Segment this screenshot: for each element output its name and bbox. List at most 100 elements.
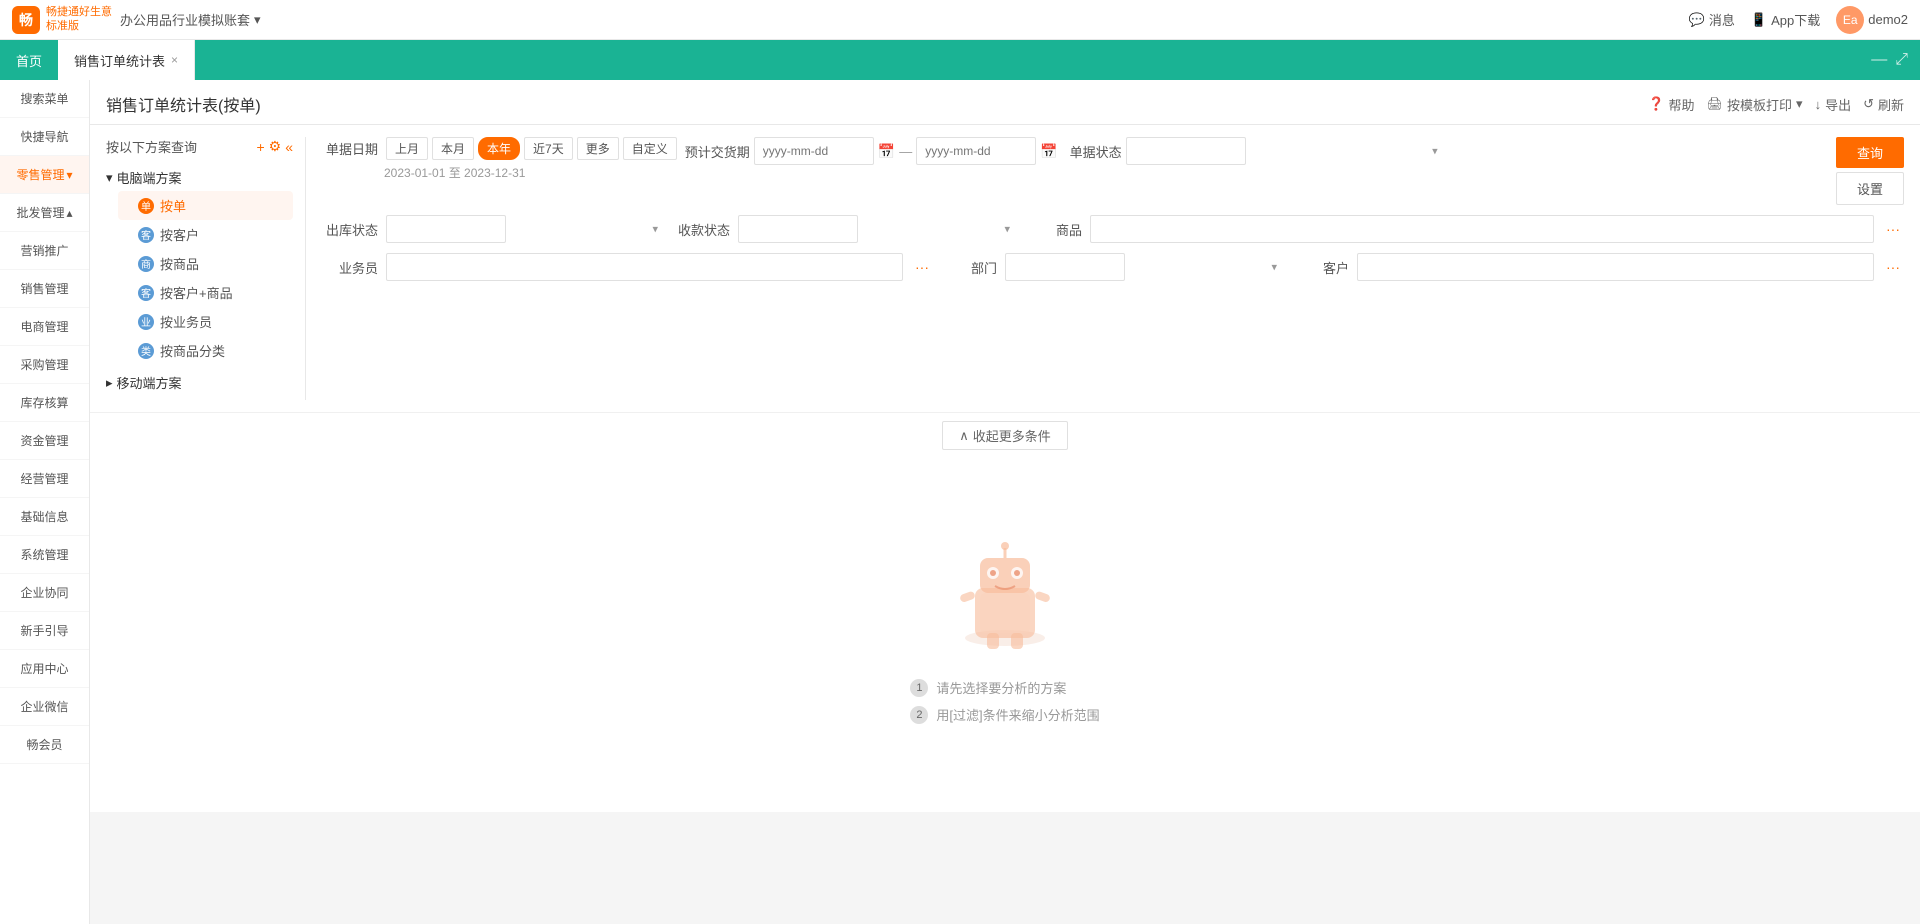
date-btn-last-month[interactable]: 上月 [386,137,428,160]
download-icon: 📱 [1751,12,1767,28]
sidebar-item-system[interactable]: 系统管理 [0,536,89,574]
tab-bar: 首页 销售订单统计表 × — ⤢ [0,40,1920,80]
empty-tip-2: 2 用[过滤]条件来缩小分析范围 [910,705,1099,724]
scheme-items-desktop: 单 按单 客 按客户 商 按商品 [118,191,293,365]
sidebar-item-app-center[interactable]: 应用中心 [0,650,89,688]
app-download-button[interactable]: 📱 App下载 [1751,10,1820,29]
export-button[interactable]: ↓ 导出 [1815,95,1852,114]
logo-text: 畅捷通好生意 标准版 [46,6,112,32]
maximize-button[interactable]: ⤢ [1895,51,1908,69]
customer-label: 客户 [1293,258,1349,277]
date-btn-more[interactable]: 更多 [577,137,619,160]
tab-close-icon[interactable]: × [171,53,178,67]
sidebar-item-member[interactable]: 畅会员 [0,726,89,764]
scheme-item-by-goods[interactable]: 商 按商品 [118,249,293,278]
date-btn-this-year[interactable]: 本年 [478,137,520,160]
help-button[interactable]: ❓ 帮助 [1648,95,1694,114]
payment-select-wrapper [738,215,1018,243]
scheme-settings-button[interactable]: ⚙ [269,138,282,155]
scheme-item-icon-salesperson: 业 [138,314,154,330]
empty-tips: 1 请先选择要分析的方案 2 用[过滤]条件来缩小分析范围 [910,678,1099,732]
department-label: 部门 [941,258,997,277]
logo-icon: 畅 [12,6,40,34]
customer-input[interactable] [1357,253,1874,281]
minimize-button[interactable]: — [1871,51,1887,69]
scheme-add-button[interactable]: + [256,139,264,155]
print-button[interactable]: 🖨 按模板打印 ▾ [1707,95,1803,114]
tab-bar-actions: — ⤢ [1871,51,1920,69]
refresh-button[interactable]: ↺ 刷新 [1863,95,1904,114]
sidebar: 搜索菜单 快捷导航 零售管理▾ 批发管理▴ 营销推广 销售管理 电商管理 采购管… [0,80,90,924]
sidebar-item-enterprise[interactable]: 企业协同 [0,574,89,612]
top-bar: 畅 畅捷通好生意 标准版 办公用品行业模拟账套 ▾ 💬 消息 📱 App下载 E… [0,0,1920,40]
user-menu[interactable]: Ea demo2 [1836,6,1908,34]
page-title: 销售订单统计表(按单) [106,92,261,116]
department-select-wrapper [1005,253,1285,281]
scheme-header-actions: + ⚙ « [256,138,293,155]
collapse-button[interactable]: ∧ 收起更多条件 [942,421,1068,450]
cal-icon-1[interactable]: 📅 [878,143,895,160]
sidebar-item-newbie[interactable]: 新手引导 [0,612,89,650]
scheme-item-by-order[interactable]: 单 按单 [118,191,293,220]
status-select[interactable] [1126,137,1246,165]
scheme-item-icon-order: 单 [138,198,154,214]
date-label: 单据日期 [322,139,378,158]
department-select[interactable] [1005,253,1125,281]
message-button[interactable]: 💬 消息 [1689,10,1735,29]
payment-select[interactable] [738,215,858,243]
scheme-collapse-button[interactable]: « [285,139,293,155]
sidebar-item-purchase[interactable]: 采购管理 [0,346,89,384]
top-bar-right: 💬 消息 📱 App下载 Ea demo2 [1689,6,1908,34]
cal-icon-2[interactable]: 📅 [1040,143,1057,160]
expected-delivery-start[interactable] [754,137,874,165]
filter-right: 单据日期 上月 本月 本年 近7天 更多 自定义 [306,137,1904,400]
sidebar-search[interactable]: 搜索菜单 [0,80,89,118]
salesperson-input[interactable] [386,253,903,281]
sidebar-item-operations[interactable]: 经营管理 [0,460,89,498]
scheme-item-by-customer[interactable]: 客 按客户 [118,220,293,249]
goods-input[interactable] [1090,215,1874,243]
scheme-item-by-category[interactable]: 类 按商品分类 [118,336,293,365]
date-btn-7days[interactable]: 近7天 [524,137,573,160]
content-area: 销售订单统计表(按单) ❓ 帮助 🖨 按模板打印 ▾ ↓ 导出 ↺ 刷新 [90,80,1920,924]
print-icon: 🖨 [1707,96,1724,112]
collapse-bar[interactable]: ∧ 收起更多条件 [90,412,1920,458]
date-btn-custom[interactable]: 自定义 [623,137,677,160]
date-btn-this-month[interactable]: 本月 [432,137,474,160]
sidebar-quick-nav[interactable]: 快捷导航 [0,118,89,156]
filter-row-3: 业务员 ··· 部门 客户 ··· [322,253,1904,281]
sidebar-item-ecommerce[interactable]: 电商管理 [0,308,89,346]
scheme-section-mobile-title[interactable]: ▸ 移动端方案 [106,369,293,396]
sidebar-item-retail[interactable]: 零售管理▾ [0,156,89,194]
sidebar-item-finance[interactable]: 资金管理 [0,422,89,460]
scheme-item-by-customer-goods[interactable]: 客 按客户+商品 [118,278,293,307]
page-body: 按以下方案查询 + ⚙ « ▾ 电脑端方案 [90,125,1920,924]
status-label: 单据状态 [1066,142,1122,161]
sidebar-item-marketing[interactable]: 营销推广 [0,232,89,270]
settings-button[interactable]: 设置 [1836,172,1904,205]
sidebar-item-sales[interactable]: 销售管理 [0,270,89,308]
selector-arrow-icon: ▾ [254,12,261,28]
tab-home[interactable]: 首页 [0,40,58,80]
page-actions: ❓ 帮助 🖨 按模板打印 ▾ ↓ 导出 ↺ 刷新 [1648,95,1904,114]
expected-delivery-end[interactable] [916,137,1036,165]
sidebar-item-basic-info[interactable]: 基础信息 [0,498,89,536]
refresh-icon: ↺ [1863,96,1874,112]
customer-ellipsis[interactable]: ··· [1882,259,1904,275]
tab-sales-order[interactable]: 销售订单统计表 × [58,40,195,80]
sidebar-item-weixin[interactable]: 企业微信 [0,688,89,726]
scheme-item-by-salesperson[interactable]: 业 按业务员 [118,307,293,336]
query-button[interactable]: 查询 [1836,137,1904,168]
salesperson-ellipsis[interactable]: ··· [911,259,933,275]
sidebar-item-wholesale[interactable]: 批发管理▴ [0,194,89,232]
company-selector[interactable]: 办公用品行业模拟账套 ▾ [120,10,261,29]
payment-label: 收款状态 [674,220,730,239]
scheme-section-desktop-title[interactable]: ▾ 电脑端方案 [106,164,293,191]
page-header: 销售订单统计表(按单) ❓ 帮助 🖨 按模板打印 ▾ ↓ 导出 ↺ 刷新 [90,80,1920,125]
export-icon: ↓ [1815,97,1822,112]
scheme-item-icon-customer: 客 [138,227,154,243]
goods-ellipsis[interactable]: ··· [1882,221,1904,237]
message-icon: 💬 [1689,12,1705,28]
sidebar-item-inventory[interactable]: 库存核算 [0,384,89,422]
delivery-select[interactable] [386,215,506,243]
